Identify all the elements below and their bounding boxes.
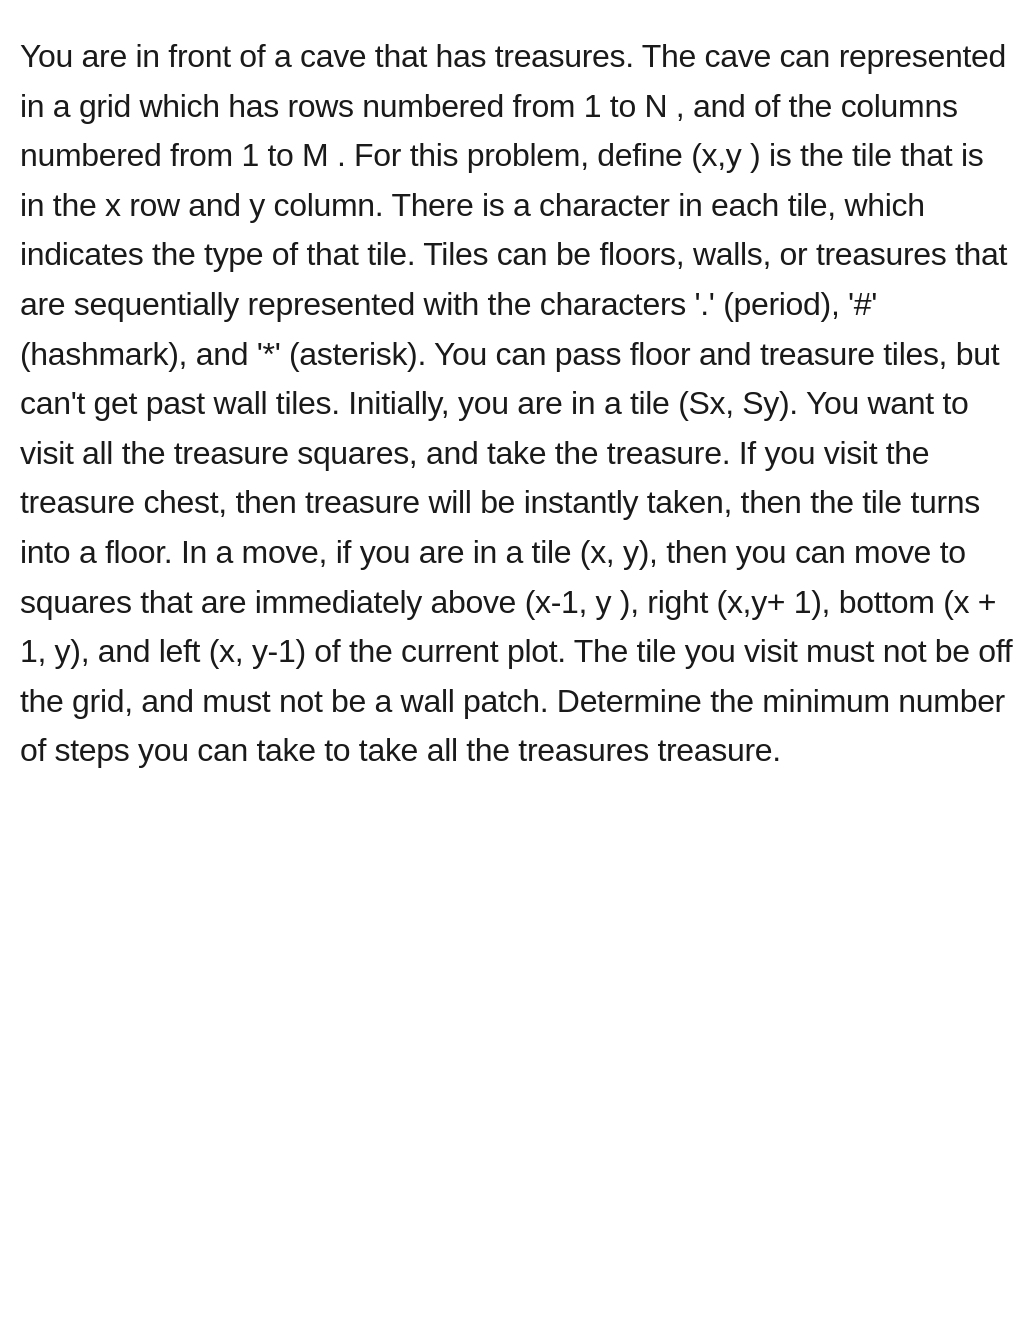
problem-statement: You are in front of a cave that has trea… bbox=[20, 32, 1013, 776]
page-container: You are in front of a cave that has trea… bbox=[0, 0, 1033, 816]
